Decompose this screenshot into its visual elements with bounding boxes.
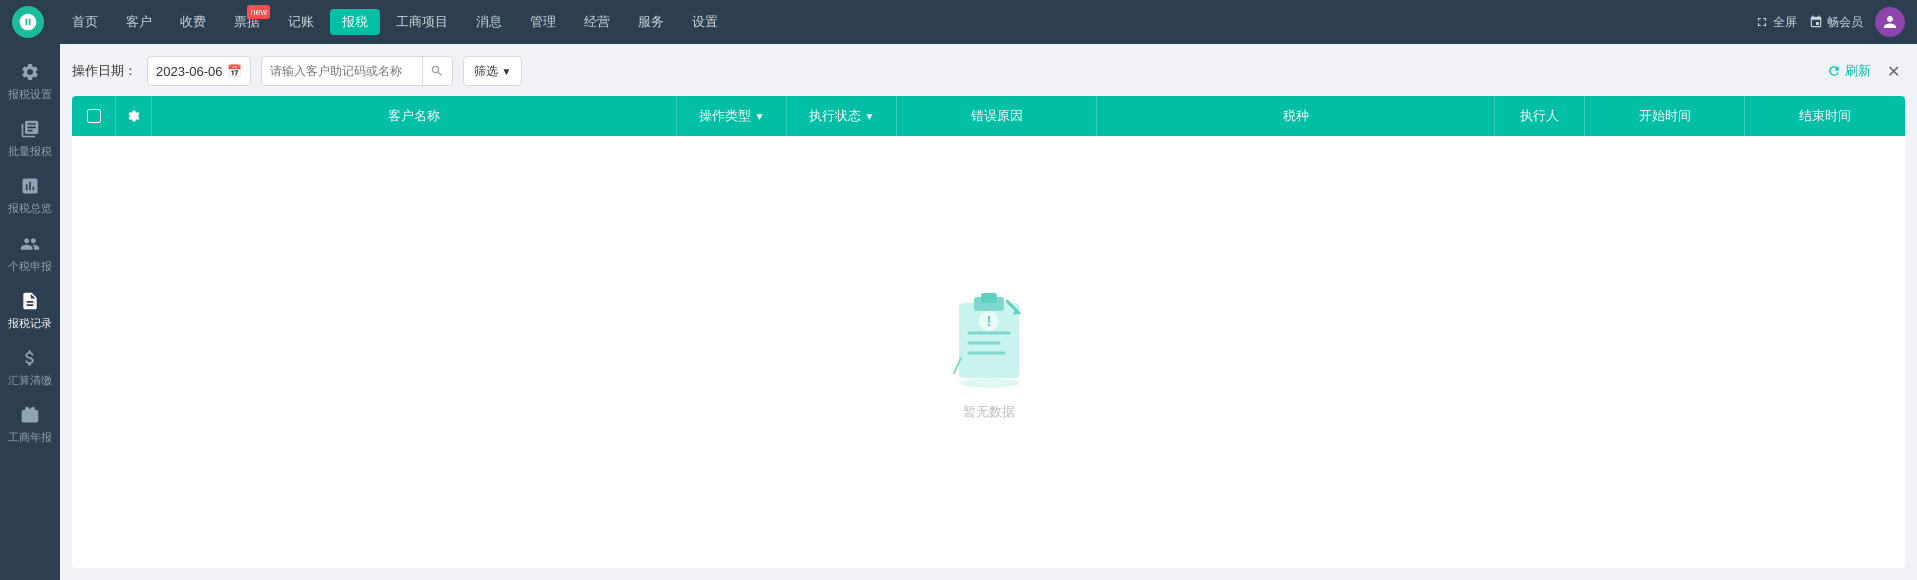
empty-text: 暂无数据: [963, 403, 1015, 421]
date-value: 2023-06-06: [156, 64, 223, 79]
annual-report-icon: [18, 403, 42, 427]
calendar-icon: 📅: [227, 64, 242, 78]
search-box: [261, 56, 453, 86]
nav-item-manage[interactable]: 管理: [518, 9, 568, 35]
batch-tax-icon: [18, 117, 42, 141]
nav-item-industry[interactable]: 工商项目: [384, 9, 460, 35]
svg-rect-2: [981, 293, 997, 303]
nav-item-home[interactable]: 首页: [60, 9, 110, 35]
th-tax-type: 税种: [1097, 96, 1495, 136]
new-badge: new: [247, 5, 270, 19]
nav-item-tax[interactable]: 报税: [330, 9, 380, 35]
filter-chevron-icon: ▼: [502, 66, 512, 77]
th-executor: 执行人: [1495, 96, 1585, 136]
th-end-time: 结束时间: [1745, 96, 1905, 136]
app-logo[interactable]: [12, 6, 44, 38]
nav-item-message[interactable]: 消息: [464, 9, 514, 35]
svg-point-11: [959, 378, 1019, 388]
th-start-time: 开始时间: [1585, 96, 1745, 136]
date-label: 操作日期：: [72, 62, 137, 80]
th-error-reason: 错误原因: [897, 96, 1097, 136]
sidebar-item-annual-report[interactable]: 工商年报: [0, 395, 60, 452]
search-button[interactable]: [422, 56, 452, 86]
fullscreen-button[interactable]: 全屏: [1755, 14, 1797, 31]
empty-state-svg: !: [939, 283, 1039, 393]
refresh-label: 刷新: [1845, 62, 1871, 80]
sidebar-item-tax-summary[interactable]: 报税总览: [0, 166, 60, 223]
member-button[interactable]: 畅会员: [1809, 14, 1863, 31]
personal-tax-icon: [18, 232, 42, 256]
toolbar: 操作日期： 2023-06-06 📅 筛选 ▼ 刷新 ✕: [72, 56, 1905, 86]
sort-op-type-icon: ▼: [755, 111, 765, 122]
sidebar-item-tax-settings[interactable]: 报税设置: [0, 52, 60, 109]
sidebar-item-tax-record[interactable]: 报税记录: [0, 281, 60, 338]
sidebar-item-batch-tax[interactable]: 批量报税: [0, 109, 60, 166]
nav-item-settings[interactable]: 设置: [680, 9, 730, 35]
sidebar-label-tax-record: 报税记录: [8, 317, 52, 330]
avatar[interactable]: [1875, 7, 1905, 37]
th-checkbox[interactable]: [72, 96, 116, 136]
th-gear[interactable]: [116, 96, 152, 136]
search-input[interactable]: [262, 64, 422, 78]
date-input[interactable]: 2023-06-06 📅: [147, 56, 251, 86]
nav-item-operation[interactable]: 经营: [572, 9, 622, 35]
nav-item-accounting[interactable]: 记账: [276, 9, 326, 35]
svg-text:!: !: [986, 313, 991, 329]
main-layout: 报税设置 批量报税 报税总览 个税申报 报税记录: [0, 44, 1917, 580]
sidebar-item-personal-tax[interactable]: 个税申报: [0, 224, 60, 281]
sidebar-label-remittance: 汇算清缴: [8, 374, 52, 387]
th-exec-status[interactable]: 执行状态 ▼: [787, 96, 897, 136]
table-header: 客户名称 操作类型 ▼ 执行状态 ▼ 错误原因 税种 执行人: [72, 96, 1905, 136]
nav-item-service[interactable]: 服务: [626, 9, 676, 35]
tax-settings-icon: [18, 60, 42, 84]
nav-items: 首页 客户 收费 票据 new 记账 报税 工商项目 消息 管理 经营 服务 设…: [60, 9, 1755, 35]
nav-right: 全屏 畅会员: [1755, 7, 1905, 37]
table-body: ! 暂无数据: [72, 136, 1905, 568]
content-area: 操作日期： 2023-06-06 📅 筛选 ▼ 刷新 ✕: [60, 44, 1917, 580]
nav-item-invoice[interactable]: 票据 new: [222, 9, 272, 35]
remittance-icon: [18, 346, 42, 370]
nav-item-billing[interactable]: 收费: [168, 9, 218, 35]
sort-exec-status-icon: ▼: [865, 111, 875, 122]
sidebar-label-tax-summary: 报税总览: [8, 202, 52, 215]
tax-record-icon: [18, 289, 42, 313]
sidebar-label-tax-settings: 报税设置: [8, 88, 52, 101]
tax-summary-icon: [18, 174, 42, 198]
sidebar-label-personal-tax: 个税申报: [8, 260, 52, 273]
close-button[interactable]: ✕: [1881, 59, 1905, 83]
th-op-type[interactable]: 操作类型 ▼: [677, 96, 787, 136]
sidebar-label-annual-report: 工商年报: [8, 431, 52, 444]
top-nav: 首页 客户 收费 票据 new 记账 报税 工商项目 消息 管理 经营 服务 设…: [0, 0, 1917, 44]
refresh-button[interactable]: 刷新: [1827, 62, 1871, 80]
sidebar: 报税设置 批量报税 报税总览 个税申报 报税记录: [0, 44, 60, 580]
th-customer-name: 客户名称: [152, 96, 677, 136]
table-container: 客户名称 操作类型 ▼ 执行状态 ▼ 错误原因 税种 执行人: [72, 96, 1905, 568]
empty-illustration: ! 暂无数据: [939, 283, 1039, 421]
select-all-checkbox[interactable]: [87, 109, 101, 123]
filter-label: 筛选: [474, 63, 498, 80]
sidebar-item-remittance[interactable]: 汇算清缴: [0, 338, 60, 395]
sidebar-label-batch-tax: 批量报税: [8, 145, 52, 158]
filter-button[interactable]: 筛选 ▼: [463, 56, 523, 86]
nav-item-customer[interactable]: 客户: [114, 9, 164, 35]
